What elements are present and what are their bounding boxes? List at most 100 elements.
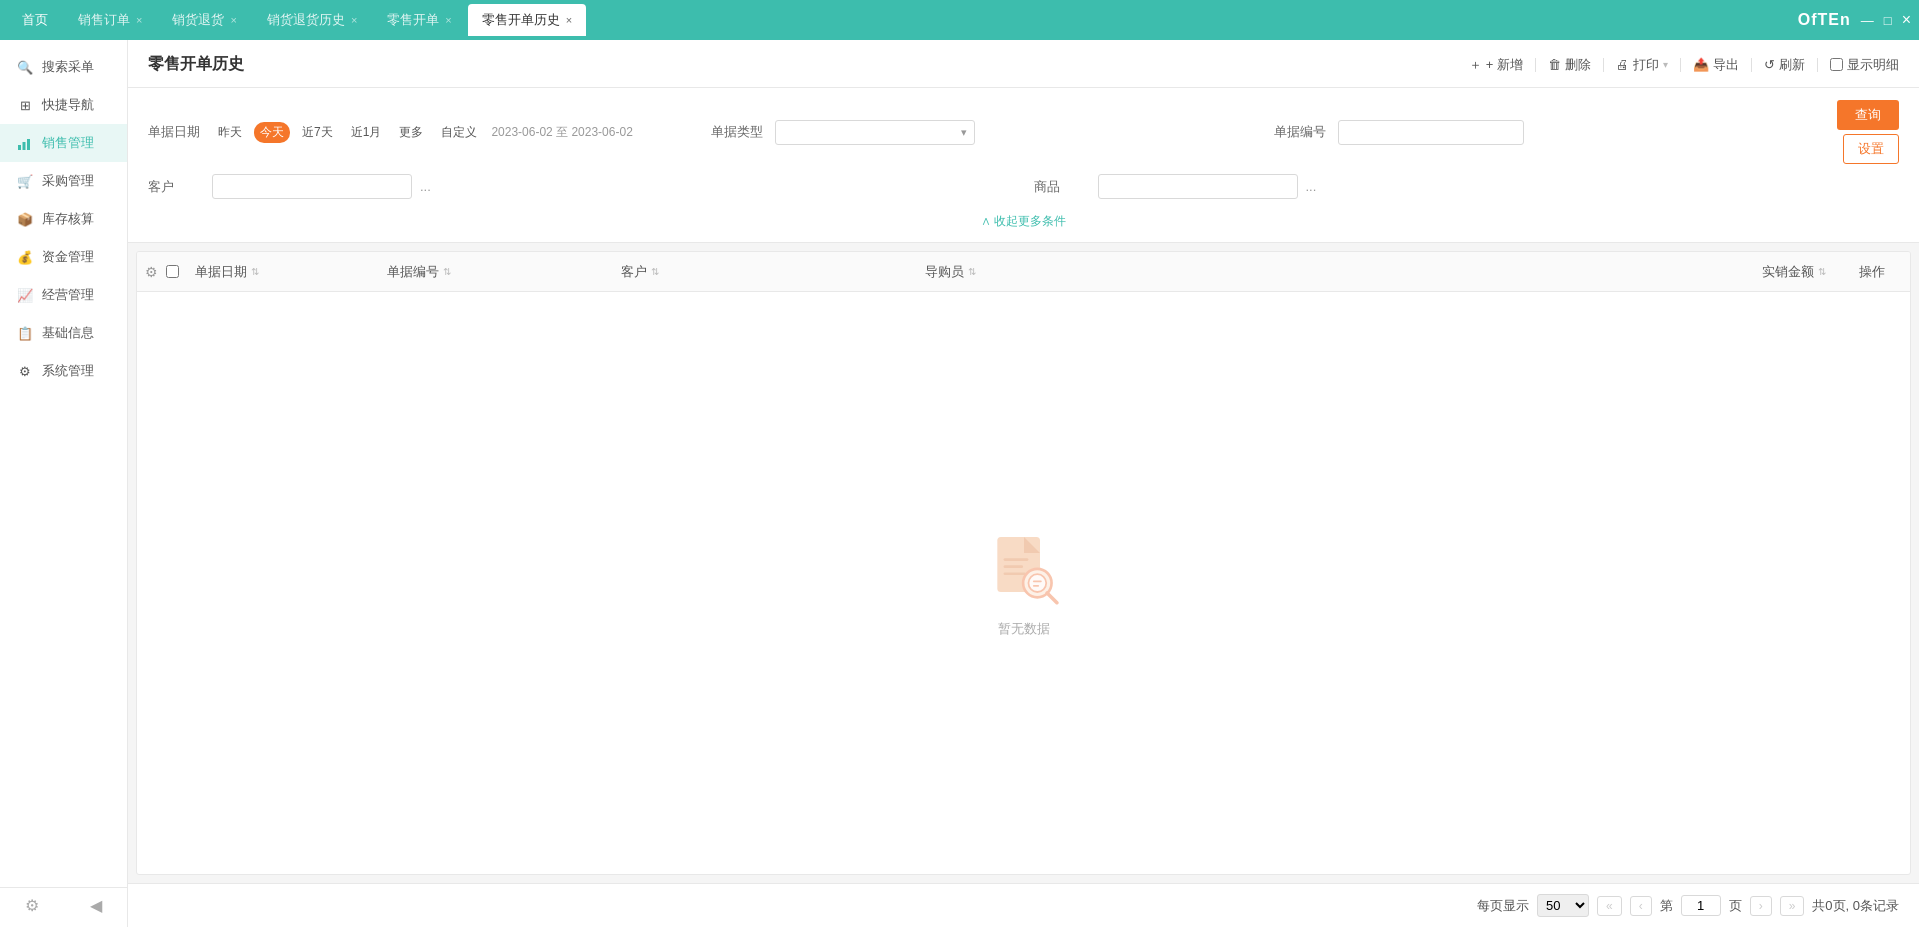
th-guide-sort-icon: ⇅ <box>968 266 976 277</box>
type-filter-group: 单据类型 <box>711 120 1254 145</box>
tab-sales-return[interactable]: 销货退货 × <box>158 4 250 36</box>
export-button[interactable]: 📤 导出 <box>1693 56 1739 74</box>
th-date[interactable]: 单据日期 ⇅ <box>187 263 371 281</box>
tab-home[interactable]: 首页 <box>8 4 62 36</box>
svg-point-9 <box>1028 574 1046 592</box>
customer-filter-input[interactable] <box>212 174 412 199</box>
sidebar-item-system-label: 系统管理 <box>42 362 94 380</box>
th-customer[interactable]: 客户 ⇅ <box>613 263 909 281</box>
sidebar-item-system[interactable]: ⚙ 系统管理 <box>0 352 127 390</box>
sidebar-item-purchase[interactable]: 🛒 采购管理 <box>0 162 127 200</box>
select-all-checkbox[interactable] <box>166 265 179 278</box>
th-amount-label: 实销金额 <box>1762 263 1814 281</box>
next-page-btn[interactable]: › <box>1750 896 1772 916</box>
goods-ellipsis[interactable]: ... <box>1306 179 1317 194</box>
sidebar-collapse-btn[interactable]: ◀ <box>90 896 102 915</box>
date-btn-today[interactable]: 今天 <box>254 122 290 143</box>
sidebar-item-operation[interactable]: 📈 经营管理 <box>0 276 127 314</box>
quick-nav-icon: ⊞ <box>16 96 34 114</box>
sidebar-item-sales[interactable]: 销售管理 <box>0 124 127 162</box>
prev-page-btn[interactable]: ‹ <box>1630 896 1652 916</box>
filter-row-1: 单据日期 昨天 今天 近7天 近1月 更多 自定义 2023-06-02 至 2… <box>148 100 1899 164</box>
tab-retail-open-label: 零售开单 <box>387 11 439 29</box>
sidebar-settings-btn[interactable]: ⚙ <box>25 896 39 915</box>
date-btn-custom[interactable]: 自定义 <box>435 122 483 143</box>
tab-sales-return-history-label: 销货退货历史 <box>267 11 345 29</box>
th-num[interactable]: 单据编号 ⇅ <box>379 263 605 281</box>
table-area: ⚙ 单据日期 ⇅ 单据编号 ⇅ 客户 ⇅ 导购员 ⇅ <box>136 251 1911 875</box>
query-button[interactable]: 查询 <box>1837 100 1899 130</box>
refresh-label: 刷新 <box>1779 56 1805 74</box>
tab-sales-return-history-close[interactable]: × <box>351 14 357 26</box>
num-filter-group: 单据编号 <box>1274 120 1817 145</box>
basic-icon: 📋 <box>16 324 34 342</box>
page-size-select[interactable]: 50 100 200 <box>1537 894 1589 917</box>
window-maximize[interactable]: □ <box>1884 13 1892 28</box>
table-body: 暂无数据 <box>137 292 1910 874</box>
main-layout: 🔍 搜索采单 ⊞ 快捷导航 销售管理 🛒 采购管理 📦 库存核算 <box>0 40 1919 927</box>
sidebar-item-finance-label: 资金管理 <box>42 248 94 266</box>
delete-button[interactable]: 🗑 删除 <box>1548 56 1591 74</box>
sidebar-item-search[interactable]: 🔍 搜索采单 <box>0 48 127 86</box>
tab-retail-history-close[interactable]: × <box>566 14 572 26</box>
page-label: 第 <box>1660 897 1673 915</box>
operation-icon: 📈 <box>16 286 34 304</box>
tab-retail-open[interactable]: 零售开单 × <box>373 4 465 36</box>
type-select[interactable] <box>775 120 975 145</box>
add-button[interactable]: ＋ + 新增 <box>1469 56 1523 74</box>
num-filter-label: 单据编号 <box>1274 123 1330 141</box>
sidebar-bottom: ⚙ ◀ <box>0 887 127 927</box>
add-label: + 新增 <box>1486 56 1523 74</box>
sidebar-item-quick-nav[interactable]: ⊞ 快捷导航 <box>0 86 127 124</box>
th-guide[interactable]: 导购员 ⇅ <box>917 263 1073 281</box>
date-filter-label: 单据日期 <box>148 123 204 141</box>
sidebar-item-operation-label: 经营管理 <box>42 286 94 304</box>
window-close[interactable]: × <box>1902 11 1911 29</box>
th-customer-sort-icon: ⇅ <box>651 266 659 277</box>
date-btn-yesterday[interactable]: 昨天 <box>212 122 248 143</box>
th-guide-label: 导购员 <box>925 263 964 281</box>
export-label: 导出 <box>1713 56 1739 74</box>
settings-button[interactable]: 设置 <box>1843 134 1899 164</box>
collapse-bar[interactable]: ∧ 收起更多条件 <box>148 209 1899 230</box>
th-amount[interactable]: 实销金额 ⇅ <box>1650 263 1834 281</box>
top-tab-bar: 首页 销售订单 × 销货退货 × 销货退货历史 × 零售开单 × 零售开单历史 … <box>0 0 1919 40</box>
svg-rect-0 <box>18 145 21 150</box>
svg-rect-5 <box>1003 558 1028 561</box>
goods-filter-input[interactable] <box>1098 174 1298 199</box>
customer-ellipsis[interactable]: ... <box>420 179 431 194</box>
sidebar-item-basic[interactable]: 📋 基础信息 <box>0 314 127 352</box>
tab-retail-open-close[interactable]: × <box>445 14 451 26</box>
page-size-label: 每页显示 <box>1477 897 1529 915</box>
date-range-text: 2023-06-02 至 2023-06-02 <box>491 124 632 141</box>
tab-sales-order[interactable]: 销售订单 × <box>64 4 156 36</box>
th-customer-label: 客户 <box>621 263 647 281</box>
tab-sales-return-history[interactable]: 销货退货历史 × <box>253 4 371 36</box>
tab-sales-order-close[interactable]: × <box>136 14 142 26</box>
date-btn-more[interactable]: 更多 <box>393 122 429 143</box>
tab-sales-return-close[interactable]: × <box>230 14 236 26</box>
date-filter-group: 单据日期 昨天 今天 近7天 近1月 更多 自定义 2023-06-02 至 2… <box>148 122 691 143</box>
window-minimize[interactable]: — <box>1861 13 1874 28</box>
page-input[interactable] <box>1681 895 1721 916</box>
last-page-btn[interactable]: » <box>1780 896 1805 916</box>
table-settings-icon[interactable]: ⚙ <box>145 264 158 280</box>
display-checkbox[interactable] <box>1830 58 1843 71</box>
display-button[interactable]: 显示明细 <box>1830 56 1899 74</box>
date-btn-7days[interactable]: 近7天 <box>296 122 339 143</box>
num-filter-input[interactable] <box>1338 120 1524 145</box>
inventory-icon: 📦 <box>16 210 34 228</box>
refresh-button[interactable]: ↺ 刷新 <box>1764 56 1805 74</box>
pagination: 每页显示 50 100 200 « ‹ 第 页 › » 共0页, 0条记录 <box>128 883 1919 927</box>
divider4 <box>1751 58 1752 72</box>
goods-filter-group: 商品 ... <box>1034 174 1900 199</box>
date-btn-1month[interactable]: 近1月 <box>345 122 388 143</box>
sidebar-item-finance[interactable]: 💰 资金管理 <box>0 238 127 276</box>
svg-rect-1 <box>23 142 26 150</box>
tab-retail-history[interactable]: 零售开单历史 × <box>468 4 586 36</box>
th-date-sort-icon: ⇅ <box>251 266 259 277</box>
sidebar-item-inventory[interactable]: 📦 库存核算 <box>0 200 127 238</box>
finance-icon: 💰 <box>16 248 34 266</box>
first-page-btn[interactable]: « <box>1597 896 1622 916</box>
print-button[interactable]: 🖨 打印 ▾ <box>1616 56 1668 74</box>
